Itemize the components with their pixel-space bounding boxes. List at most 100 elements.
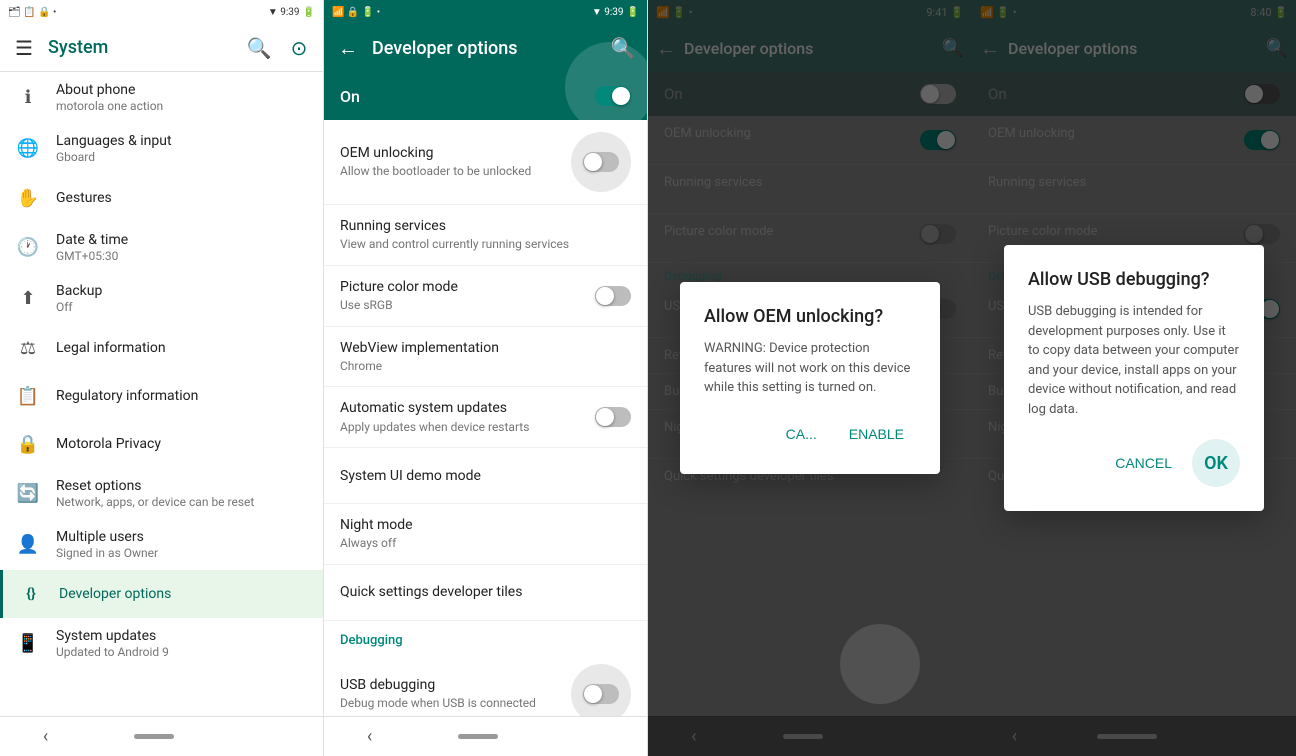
status-bar-left: 🗂 📋 🔒 • ▼ 9:39 🔋 [0, 0, 323, 24]
menu-item-languages[interactable]: 🌐 Languages & input Gboard [0, 123, 323, 174]
reset-sublabel: Network, apps, or device can be reset [56, 495, 254, 509]
page-title-left: System [48, 37, 235, 58]
nav-back-left[interactable]: ‹ [43, 726, 48, 747]
nav-bar-left: ‹ [0, 716, 323, 756]
developer-settings-list: OEM unlocking Allow the bootloader to be… [324, 120, 647, 716]
menu-item-users[interactable]: 👤 Multiple users Signed in as Owner [0, 519, 323, 570]
reset-icon: 🔄 [16, 482, 40, 506]
menu-item-regulatory[interactable]: 📋 Regulatory information [0, 372, 323, 420]
oem-dialog-body: WARNING: Device protection features will… [704, 339, 916, 398]
about-label: About phone [56, 82, 163, 98]
nav-back-mid[interactable]: ‹ [367, 726, 372, 747]
usb-debugging-item[interactable]: USB debugging Debug mode when USB is con… [324, 652, 647, 716]
auto-updates-toggle[interactable] [595, 407, 631, 427]
usb-dialog-overlay: Allow USB debugging? USB debugging is in… [972, 0, 1296, 756]
auto-updates-item[interactable]: Automatic system updates Apply updates w… [324, 387, 647, 448]
developer-panel-usb-dialog: 📶 🔋 • 8:40 🔋 ← Developer options 🔍 On OE… [972, 0, 1296, 756]
developer-panel-normal: 📶 🔒 🔋 • ▼ 9:39 🔋 ← Developer options 🔍 O… [324, 0, 648, 756]
menu-item-privacy[interactable]: 🔒 Motorola Privacy [0, 420, 323, 468]
status-bar-mid: 📶 🔒 🔋 • ▼ 9:39 🔋 [324, 0, 647, 24]
menu-item-legal[interactable]: ⚖ Legal information [0, 324, 323, 372]
toolbar-mid: ← Developer options 🔍 [324, 24, 647, 72]
nav-home-mid[interactable] [458, 734, 498, 739]
toggle-thumb [612, 87, 630, 105]
night-mode-subtitle: Always off [340, 536, 631, 552]
oem-dialog-title: Allow OEM unlocking? [704, 306, 916, 327]
system-ui-demo-item[interactable]: System UI demo mode [324, 448, 647, 504]
menu-item-reset[interactable]: 🔄 Reset options Network, apps, or device… [0, 468, 323, 519]
webview-item[interactable]: WebView implementation Chrome [324, 327, 647, 388]
usb-dialog-body: USB debugging is intended for developmen… [1028, 302, 1240, 419]
time-left: ▼ 9:39 🔋 [268, 7, 315, 18]
menu-item-developer[interactable]: {} Developer options [0, 570, 323, 618]
system-ui-demo-title: System UI demo mode [340, 467, 631, 485]
developer-icon: {} [19, 582, 43, 606]
users-label: Multiple users [56, 529, 158, 545]
oem-cancel-button[interactable]: Ca... [774, 418, 829, 450]
privacy-label: Motorola Privacy [56, 436, 161, 452]
picture-color-thumb [596, 287, 614, 305]
developer-main-toggle[interactable] [595, 86, 631, 106]
search-button-left[interactable]: 🔍 [243, 32, 275, 64]
back-button-mid[interactable]: ← [332, 32, 364, 64]
datetime-label: Date & time [56, 232, 128, 248]
menu-item-about[interactable]: ℹ About phone motorola one action [0, 72, 323, 123]
system-menu-list: ℹ About phone motorola one action 🌐 Lang… [0, 72, 323, 716]
usb-debugging-toggle[interactable] [583, 684, 619, 704]
oem-dialog-actions: Ca... Enable [704, 418, 916, 450]
gestures-label: Gestures [56, 190, 112, 206]
running-services-title: Running services [340, 217, 631, 235]
system-sidebar: 🗂 📋 🔒 • ▼ 9:39 🔋 ☰ System 🔍 ⊙ ℹ About ph… [0, 0, 324, 756]
usb-dialog-actions: Cancel OK [1028, 439, 1240, 487]
oem-dialog: Allow OEM unlocking? WARNING: Device pro… [680, 282, 940, 474]
menu-item-backup[interactable]: ⬆ Backup Off [0, 273, 323, 324]
about-icon: ℹ [16, 86, 40, 110]
users-sublabel: Signed in as Owner [56, 546, 158, 560]
menu-item-system-updates[interactable]: 📱 System updates Updated to Android 9 [0, 618, 323, 669]
night-mode-item[interactable]: Night mode Always off [324, 504, 647, 565]
system-updates-icon: 📱 [16, 632, 40, 656]
menu-item-gestures[interactable]: ✋ Gestures [0, 174, 323, 222]
system-updates-label: System updates [56, 628, 169, 644]
developer-toggle-header: On [324, 72, 647, 120]
running-services-subtitle: View and control currently running servi… [340, 237, 631, 253]
search-button-mid[interactable]: 🔍 [607, 32, 639, 64]
nav-bar-mid: ‹ [324, 716, 647, 756]
backup-label: Backup [56, 283, 102, 299]
oem-unlocking-item[interactable]: OEM unlocking Allow the bootloader to be… [324, 120, 647, 205]
picture-color-title: Picture color mode [340, 278, 595, 296]
usb-cancel-button[interactable]: Cancel [1103, 439, 1184, 487]
legal-icon: ⚖ [16, 336, 40, 360]
usb-ok-button[interactable]: OK [1192, 439, 1240, 487]
picture-color-toggle[interactable] [595, 286, 631, 306]
nav-home-left[interactable] [134, 734, 174, 739]
qs-tiles-title: Quick settings developer tiles [340, 583, 631, 601]
picture-color-mode-item[interactable]: Picture color mode Use sRGB [324, 266, 647, 327]
users-icon: 👤 [16, 533, 40, 557]
page-title-mid: Developer options [372, 38, 599, 59]
system-updates-sublabel: Updated to Android 9 [56, 645, 169, 659]
languages-sublabel: Gboard [56, 150, 172, 164]
qs-tiles-item[interactable]: Quick settings developer tiles [324, 565, 647, 621]
menu-icon[interactable]: ☰ [8, 32, 40, 64]
languages-icon: 🌐 [16, 137, 40, 161]
auto-updates-subtitle: Apply updates when device restarts [340, 420, 595, 436]
running-services-item[interactable]: Running services View and control curren… [324, 205, 647, 266]
auto-updates-title: Automatic system updates [340, 399, 595, 417]
debugging-header: Debugging [324, 621, 647, 652]
reset-label: Reset options [56, 478, 254, 494]
legal-label: Legal information [56, 340, 166, 356]
backup-icon: ⬆ [16, 287, 40, 311]
toolbar-left: ☰ System 🔍 ⊙ [0, 24, 323, 72]
oem-dialog-overlay: Allow OEM unlocking? WARNING: Device pro… [648, 0, 972, 756]
gestures-icon: ✋ [16, 186, 40, 210]
oem-toggle[interactable] [583, 152, 619, 172]
menu-item-datetime[interactable]: 🕐 Date & time GMT+05:30 [0, 222, 323, 273]
oem-unlocking-subtitle: Allow the bootloader to be unlocked [340, 164, 571, 180]
help-button-left[interactable]: ⊙ [283, 32, 315, 64]
debugging-label: Debugging [340, 633, 403, 648]
picture-color-subtitle: Use sRGB [340, 298, 595, 314]
auto-updates-thumb [596, 408, 614, 426]
languages-label: Languages & input [56, 133, 172, 149]
oem-enable-button[interactable]: Enable [837, 418, 916, 450]
